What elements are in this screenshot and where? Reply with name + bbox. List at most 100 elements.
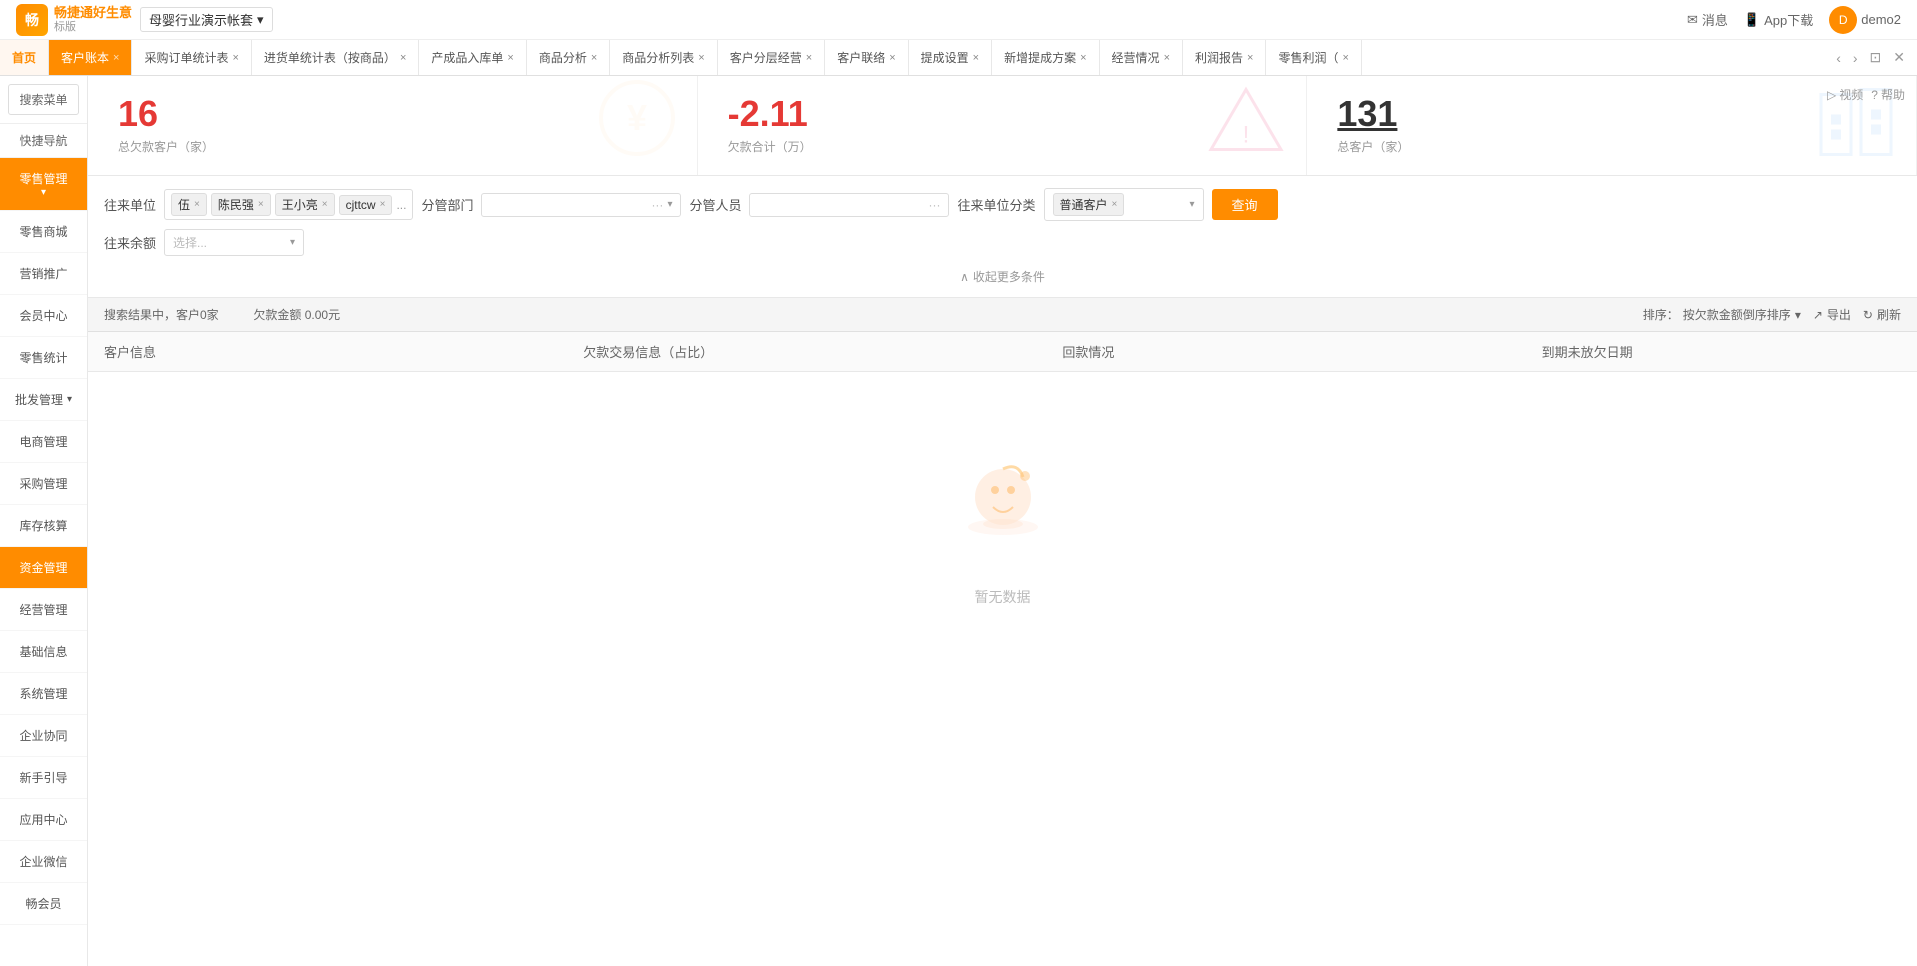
search-menu-button[interactable]: 搜索菜单 — [8, 84, 79, 115]
sidebar-item-ecommerce[interactable]: 电商管理 — [0, 421, 87, 463]
app-download-button[interactable]: 📱 App下载 — [1744, 10, 1813, 29]
sidebar-item-purchase[interactable]: 采购管理 — [0, 463, 87, 505]
tag-wu: 伍 × — [171, 193, 207, 216]
tab-close-icon[interactable]: × — [1164, 52, 1170, 64]
sidebar-item-enterprise-wechat[interactable]: 企业微信 — [0, 841, 87, 883]
col-header-debt: 欠款交易信息（占比） — [583, 342, 1062, 361]
tab-purchase-order[interactable]: 采购订单统计表 × — [132, 40, 251, 76]
sort-select[interactable]: 排序： 按欠款金额倒序排序 ▾ — [1643, 306, 1801, 323]
sidebar-item-marketing[interactable]: 营销推广 — [0, 253, 87, 295]
sidebar-item-retail-stats[interactable]: 零售统计 — [0, 337, 87, 379]
tab-prev-button[interactable]: ‹ — [1832, 48, 1845, 68]
tab-expand-button[interactable]: ⊡ — [1866, 47, 1886, 68]
tab-close-icon[interactable]: × — [1080, 52, 1086, 64]
tab-product-analysis[interactable]: 商品分析 × — [527, 40, 610, 76]
tab-product-inbound[interactable]: 产成品入库单 × — [419, 40, 526, 76]
tab-retail-profit[interactable]: 零售利润（ × — [1266, 40, 1361, 76]
dept-select[interactable]: ··· ▾ — [481, 193, 681, 217]
query-button[interactable]: 查询 — [1212, 189, 1278, 220]
help-button[interactable]: ? 帮助 — [1871, 86, 1905, 103]
store-chevron-icon: ▾ — [257, 12, 264, 28]
avatar: D — [1829, 6, 1857, 34]
tab-customer-contact[interactable]: 客户联络 × — [825, 40, 908, 76]
tab-label: 客户联络 — [837, 49, 885, 66]
tab-close-icon[interactable]: × — [973, 52, 979, 64]
tab-close-icon[interactable]: × — [889, 52, 895, 64]
sidebar-item-label: 新手引导 — [8, 769, 79, 786]
tag-close-icon[interactable]: × — [322, 199, 328, 210]
tab-close-icon[interactable]: × — [1342, 52, 1348, 64]
tab-operations[interactable]: 经营情况 × — [1100, 40, 1183, 76]
sidebar-item-app-center[interactable]: 应用中心 — [0, 799, 87, 841]
sidebar-item-operations-mgmt[interactable]: 经营管理 — [0, 589, 87, 631]
sidebar-item-enterprise-coop[interactable]: 企业协同 — [0, 715, 87, 757]
tab-product-analysis-list[interactable]: 商品分析列表 × — [610, 40, 717, 76]
sidebar-item-membership[interactable]: 会员中心 — [0, 295, 87, 337]
sidebar-item-label: 会员中心 — [8, 307, 79, 324]
tag-close-icon[interactable]: × — [1112, 199, 1118, 210]
tab-customer-segment[interactable]: 客户分层经营 × — [718, 40, 825, 76]
refresh-button[interactable]: ↻ 刷新 — [1863, 306, 1901, 323]
stat-value-debt: -2.11 — [728, 96, 808, 132]
sidebar-item-retail-shop[interactable]: 零售商城 — [0, 211, 87, 253]
tab-close-icon[interactable]: × — [400, 52, 406, 64]
sidebar-item-base-info[interactable]: 基础信息 — [0, 631, 87, 673]
sidebar-item-vip-member[interactable]: 畅会员 — [0, 883, 87, 925]
tab-promotion-settings[interactable]: 提成设置 × — [909, 40, 992, 76]
sidebar-item-label: 企业协同 — [8, 727, 79, 744]
sidebar-item-finance[interactable]: 资金管理 — [0, 547, 87, 589]
user-menu[interactable]: D demo2 — [1829, 6, 1901, 34]
balance-filter-label: 往来余额 — [104, 233, 156, 252]
sidebar-item-quick-nav[interactable]: 快捷导航 — [0, 124, 87, 158]
sidebar-item-label: 营销推广 — [8, 265, 79, 282]
stat-label-total-customers: 总客户（家） — [1337, 138, 1409, 155]
store-selector[interactable]: 母婴行业演示帐套 ▾ — [140, 7, 273, 32]
tab-close-icon[interactable]: × — [507, 52, 513, 64]
tag-close-icon[interactable]: × — [258, 199, 264, 210]
chevron-down-icon: ▾ — [1189, 199, 1194, 210]
collapse-label: 收起更多条件 — [973, 268, 1045, 285]
message-button[interactable]: ✉ 消息 — [1687, 10, 1728, 29]
table-container: 客户信息 欠款交易信息（占比） 回款情况 到期未放欠日期 — [88, 332, 1917, 966]
export-button[interactable]: ↗ 导出 — [1813, 306, 1851, 323]
content-area: ¥ 16 总欠款客户（家） ! -2.11 欠款合计（万） — [88, 76, 1917, 966]
video-help-button[interactable]: ▷ 视频 — [1827, 86, 1863, 103]
tag-close-icon[interactable]: × — [380, 199, 386, 210]
sidebar-item-retail[interactable]: 零售管理 ▾ — [0, 158, 87, 211]
tab-close-icon[interactable]: × — [806, 52, 812, 64]
sidebar-item-label: 基础信息 — [8, 643, 79, 660]
tab-close-icon[interactable]: × — [591, 52, 597, 64]
tab-customer-account[interactable]: 客户账本 × — [49, 40, 132, 76]
sidebar-item-label: 经营管理 — [8, 601, 79, 618]
tab-close-icon[interactable]: × — [232, 52, 238, 64]
logo-area: 畅 畅捷通好生意 标版 — [16, 4, 132, 36]
tab-next-button[interactable]: › — [1849, 48, 1862, 68]
category-select[interactable]: 普通客户 × ▾ — [1044, 188, 1204, 221]
tab-close-icon[interactable]: × — [113, 52, 119, 64]
tags-more-button[interactable]: ... — [396, 198, 406, 212]
balance-placeholder: 选择... — [173, 234, 207, 251]
tab-home[interactable]: 首页 — [0, 40, 49, 76]
sort-label: 排序： — [1643, 306, 1679, 323]
balance-select[interactable]: 选择... ▾ — [164, 229, 304, 256]
sort-chevron-icon: ▾ — [1795, 308, 1801, 322]
debt-summary: 欠款金额 0.00元 — [253, 308, 340, 322]
person-select[interactable]: ··· — [749, 193, 949, 217]
tag-close-icon[interactable]: × — [194, 199, 200, 210]
tab-new-promotion[interactable]: 新增提成方案 × — [992, 40, 1099, 76]
tab-close-icon[interactable]: × — [698, 52, 704, 64]
tab-close-icon[interactable]: × — [1247, 52, 1253, 64]
play-icon: ▷ — [1827, 88, 1836, 102]
tab-label: 利润报告 — [1195, 49, 1243, 66]
tab-profit-report[interactable]: 利润报告 × — [1183, 40, 1266, 76]
category-filter-label: 往来单位分类 — [957, 195, 1035, 214]
tab-close-all-button[interactable]: ✕ — [1889, 47, 1909, 68]
collapse-icon: ∧ — [960, 270, 969, 284]
tab-purchase-stats[interactable]: 进货单统计表（按商品） × — [252, 40, 419, 76]
stat-label-customers: 总欠款客户（家） — [118, 138, 214, 155]
sidebar-item-system[interactable]: 系统管理 — [0, 673, 87, 715]
sidebar-item-inventory[interactable]: 库存核算 — [0, 505, 87, 547]
sidebar-item-wholesale[interactable]: 批发管理 ▾ — [0, 379, 87, 421]
sidebar-item-new-guide[interactable]: 新手引导 — [0, 757, 87, 799]
collapse-button[interactable]: ∧ 收起更多条件 — [104, 264, 1901, 285]
